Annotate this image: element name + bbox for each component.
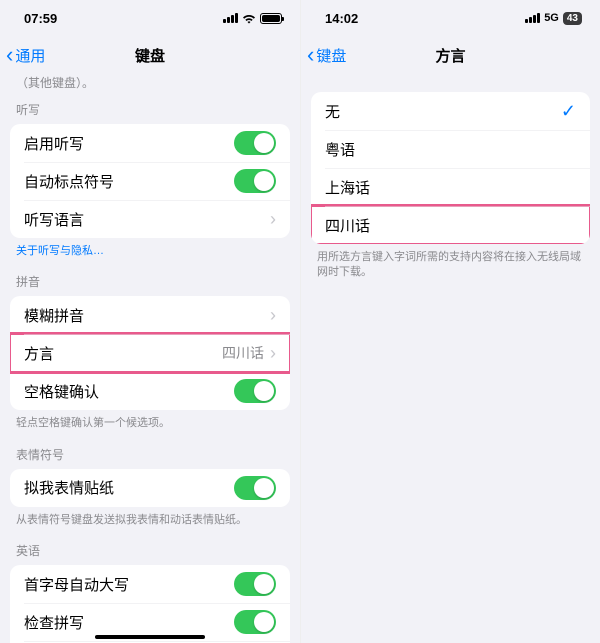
back-label: 通用: [15, 45, 45, 66]
row-label: 听写语言: [24, 209, 264, 230]
row-dialect[interactable]: 方言 四川话 ›: [10, 334, 290, 372]
row-label: 空格键确认: [24, 381, 234, 402]
row-label: 启用听写: [24, 133, 234, 154]
chevron-right-icon: ›: [270, 210, 276, 228]
switch-on-icon[interactable]: [234, 572, 276, 596]
chevron-right-icon: ›: [270, 306, 276, 324]
row-dialect-shanghai[interactable]: 上海话: [311, 168, 590, 206]
switch-on-icon[interactable]: [234, 169, 276, 193]
row-dialect-cantonese[interactable]: 粤语: [311, 130, 590, 168]
section-header-dictation: 听写: [0, 95, 300, 124]
row-label: 无: [325, 101, 561, 122]
space-note: 轻点空格键确认第一个候选项。: [0, 410, 300, 431]
battery-icon: [260, 13, 282, 24]
row-enable-dictation[interactable]: 启用听写: [10, 124, 290, 162]
row-detail: 四川话: [222, 343, 264, 363]
section-header-pinyin: 拼音: [0, 259, 300, 296]
group-emoji: 拟我表情贴纸: [10, 469, 290, 507]
row-dictation-lang[interactable]: 听写语言 ›: [10, 200, 290, 238]
network-label: 5G: [544, 12, 559, 24]
back-button[interactable]: ‹ 通用: [6, 36, 45, 74]
nav-bar: ‹ 通用 键盘: [0, 36, 300, 74]
chevron-left-icon: ‹: [307, 44, 314, 66]
switch-on-icon[interactable]: [234, 610, 276, 634]
section-header-english: 英语: [0, 528, 300, 565]
row-dialect-none[interactable]: 无 ✓: [311, 92, 590, 130]
group-english: 首字母自动大写 检查拼写 输入预测 滑行键入时逐词删除: [10, 565, 290, 643]
battery-badge: 43: [563, 12, 582, 25]
settings-scroll[interactable]: （其他键盘）。 听写 启用听写 自动标点符号 听写语言 › 关于听写与隐私… 拼…: [0, 74, 300, 643]
row-label: 自动标点符号: [24, 171, 234, 192]
checkmark-icon: ✓: [561, 101, 576, 122]
row-auto-punct[interactable]: 自动标点符号: [10, 162, 290, 200]
memoji-note: 从表情符号键盘发送拟我表情和动话表情贴纸。: [0, 507, 300, 528]
row-label: 拟我表情贴纸: [24, 477, 234, 498]
row-label: 检查拼写: [24, 612, 234, 633]
chevron-right-icon: ›: [270, 344, 276, 362]
row-dialect-sichuan[interactable]: 四川话: [311, 206, 590, 244]
cellular-icon: [525, 13, 540, 23]
back-button[interactable]: ‹ 键盘: [307, 36, 346, 74]
status-icons: 5G 43: [525, 12, 582, 25]
privacy-link[interactable]: 关于听写与隐私…: [0, 238, 300, 259]
switch-on-icon[interactable]: [234, 476, 276, 500]
group-dialects: 无 ✓ 粤语 上海话 四川话: [311, 92, 590, 244]
nav-bar: ‹ 键盘 方言: [301, 36, 600, 74]
row-memoji[interactable]: 拟我表情贴纸: [10, 469, 290, 507]
row-label: 四川话: [325, 215, 576, 236]
row-fuzzy-pinyin[interactable]: 模糊拼音 ›: [10, 296, 290, 334]
group-dictation: 启用听写 自动标点符号 听写语言 ›: [10, 124, 290, 238]
nav-title: 方言: [435, 45, 465, 66]
dialect-note: 用所选方言键入字词所需的支持内容将在接入无线局域网时下载。: [301, 244, 600, 281]
status-icons: [223, 13, 282, 24]
row-auto-caps[interactable]: 首字母自动大写: [10, 565, 290, 603]
dialect-list[interactable]: 无 ✓ 粤语 上海话 四川话 用所选方言键入字词所需的支持内容将在接入无线局域网…: [301, 74, 600, 281]
status-bar: 07:59: [0, 0, 300, 36]
status-time: 14:02: [325, 11, 358, 26]
home-indicator[interactable]: [95, 635, 205, 639]
switch-on-icon[interactable]: [234, 379, 276, 403]
row-label: 模糊拼音: [24, 305, 264, 326]
nav-title: 键盘: [135, 45, 165, 66]
left-screenshot: 07:59 ‹ 通用 键盘 （其他键盘）。 听写 启用听写 自动标点符号 听写: [0, 0, 300, 643]
chevron-left-icon: ‹: [6, 44, 13, 66]
row-label: 首字母自动大写: [24, 574, 234, 595]
row-label: 粤语: [325, 139, 576, 160]
truncated-note: （其他键盘）。: [0, 74, 300, 95]
wifi-icon: [242, 13, 256, 24]
switch-on-icon[interactable]: [234, 131, 276, 155]
row-label: 方言: [24, 343, 222, 364]
status-time: 07:59: [24, 11, 57, 26]
cellular-icon: [223, 13, 238, 23]
status-bar: 14:02 5G 43: [301, 0, 600, 36]
right-screenshot: 14:02 5G 43 ‹ 键盘 方言 无 ✓ 粤语 上海话 四川: [300, 0, 600, 643]
row-space-confirm[interactable]: 空格键确认: [10, 372, 290, 410]
back-label: 键盘: [316, 45, 346, 66]
row-label: 上海话: [325, 177, 576, 198]
group-pinyin: 模糊拼音 › 方言 四川话 › 空格键确认: [10, 296, 290, 410]
section-header-emoji: 表情符号: [0, 432, 300, 469]
